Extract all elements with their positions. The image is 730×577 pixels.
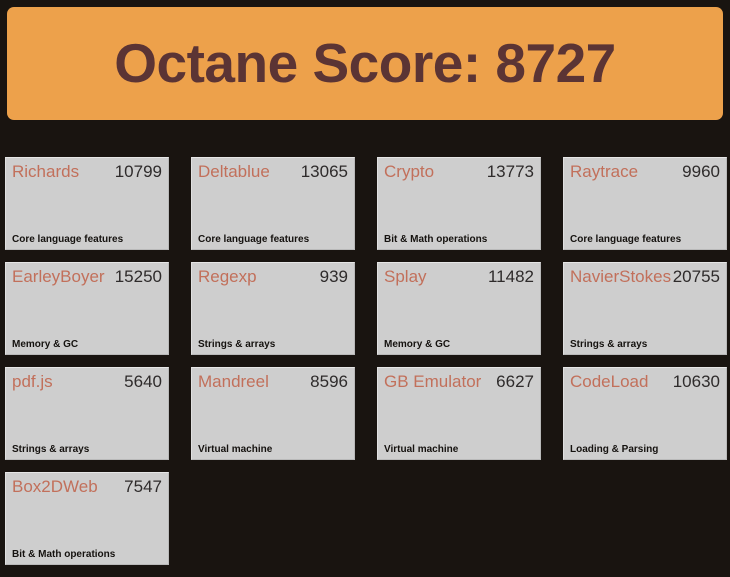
benchmark-card-header: Deltablue 13065	[198, 162, 348, 182]
benchmark-score: 8596	[310, 372, 348, 391]
benchmark-card-header: Crypto 13773	[384, 162, 534, 182]
benchmark-score: 939	[319, 267, 348, 286]
benchmark-score: 6627	[496, 372, 534, 391]
benchmark-category-caption: Strings & arrays	[570, 339, 648, 350]
benchmark-category-caption: Bit & Math operations	[12, 549, 116, 560]
benchmark-card: Regexp 939 Strings & arrays	[191, 262, 355, 355]
benchmark-card-header: Box2DWeb 7547	[12, 477, 162, 497]
benchmark-results-grid: Richards 10799 Core language features Delta…	[5, 157, 727, 577]
benchmark-category-caption: Memory & GC	[384, 339, 451, 350]
benchmark-category-caption: Core language features	[570, 234, 682, 245]
page-title: Octane Score: 8727	[114, 32, 616, 94]
benchmark-card-header: Raytrace 9960	[570, 162, 720, 182]
benchmark-card: Deltablue 13065 Core language features	[191, 157, 355, 250]
benchmark-name: Box2DWeb	[12, 477, 98, 496]
benchmark-card: EarleyBoyer 15250 Memory & GC	[5, 262, 169, 355]
benchmark-name: Crypto	[384, 162, 435, 181]
benchmark-name: CodeLoad	[570, 372, 649, 391]
benchmark-score: 10799	[114, 162, 162, 181]
benchmark-card: Box2DWeb 7547 Bit & Math operations	[5, 472, 169, 565]
benchmark-card-header: Splay 11482	[384, 267, 534, 287]
benchmark-category-caption: Strings & arrays	[198, 339, 276, 350]
octane-score-banner: Octane Score: 8727	[7, 7, 723, 120]
benchmark-card-header: pdf.js 5640	[12, 372, 162, 392]
benchmark-card-header: GB Emulator 6627	[384, 372, 534, 392]
benchmark-card-header: Mandreel 8596	[198, 372, 348, 392]
benchmark-name: Deltablue	[198, 162, 270, 181]
benchmark-category-caption: Virtual machine	[384, 444, 459, 455]
benchmark-name: Richards	[12, 162, 80, 181]
benchmark-score: 11482	[487, 267, 534, 286]
benchmark-name: NavierStokes	[570, 267, 672, 286]
benchmark-name: Mandreel	[198, 372, 269, 391]
benchmark-card-header: CodeLoad 10630	[570, 372, 720, 392]
benchmark-card: Mandreel 8596 Virtual machine	[191, 367, 355, 460]
benchmark-name: Regexp	[198, 267, 257, 286]
benchmark-score: 5640	[124, 372, 162, 391]
benchmark-score: 20755	[672, 267, 720, 286]
benchmark-card: pdf.js 5640 Strings & arrays	[5, 367, 169, 460]
benchmark-category-caption: Virtual machine	[198, 444, 273, 455]
benchmark-score: 15250	[114, 267, 162, 286]
benchmark-card: GB Emulator 6627 Virtual machine	[377, 367, 541, 460]
benchmark-category-caption: Strings & arrays	[12, 444, 90, 455]
benchmark-name: Splay	[384, 267, 427, 286]
benchmark-category-caption: Loading & Parsing	[570, 444, 659, 455]
benchmark-card: Splay 11482 Memory & GC	[377, 262, 541, 355]
benchmark-name: Raytrace	[570, 162, 639, 181]
benchmark-name: pdf.js	[12, 372, 53, 391]
benchmark-score: 13065	[300, 162, 348, 181]
benchmark-card: NavierStokes 20755 Strings & arrays	[563, 262, 727, 355]
benchmark-card: Richards 10799 Core language features	[5, 157, 169, 250]
benchmark-card-header: Richards 10799	[12, 162, 162, 182]
benchmark-category-caption: Bit & Math operations	[384, 234, 488, 245]
benchmark-card: Crypto 13773 Bit & Math operations	[377, 157, 541, 250]
benchmark-score: 7547	[124, 477, 162, 496]
octane-benchmark-page: Octane Score: 8727 Richards 10799 Core lan…	[0, 0, 730, 569]
benchmark-card: CodeLoad 10630 Loading & Parsing	[563, 367, 727, 460]
benchmark-card-header: NavierStokes 20755	[570, 267, 720, 287]
benchmark-score: 10630	[672, 372, 720, 391]
benchmark-category-caption: Memory & GC	[12, 339, 79, 350]
benchmark-score: 9960	[682, 162, 720, 181]
benchmark-name: GB Emulator	[384, 372, 482, 391]
benchmark-card-header: Regexp 939	[198, 267, 348, 287]
benchmark-card: Raytrace 9960 Core language features	[563, 157, 727, 250]
benchmark-score: 13773	[486, 162, 534, 181]
benchmark-card-header: EarleyBoyer 15250	[12, 267, 162, 287]
benchmark-category-caption: Core language features	[198, 234, 310, 245]
benchmark-category-caption: Core language features	[12, 234, 124, 245]
benchmark-name: EarleyBoyer	[12, 267, 105, 286]
